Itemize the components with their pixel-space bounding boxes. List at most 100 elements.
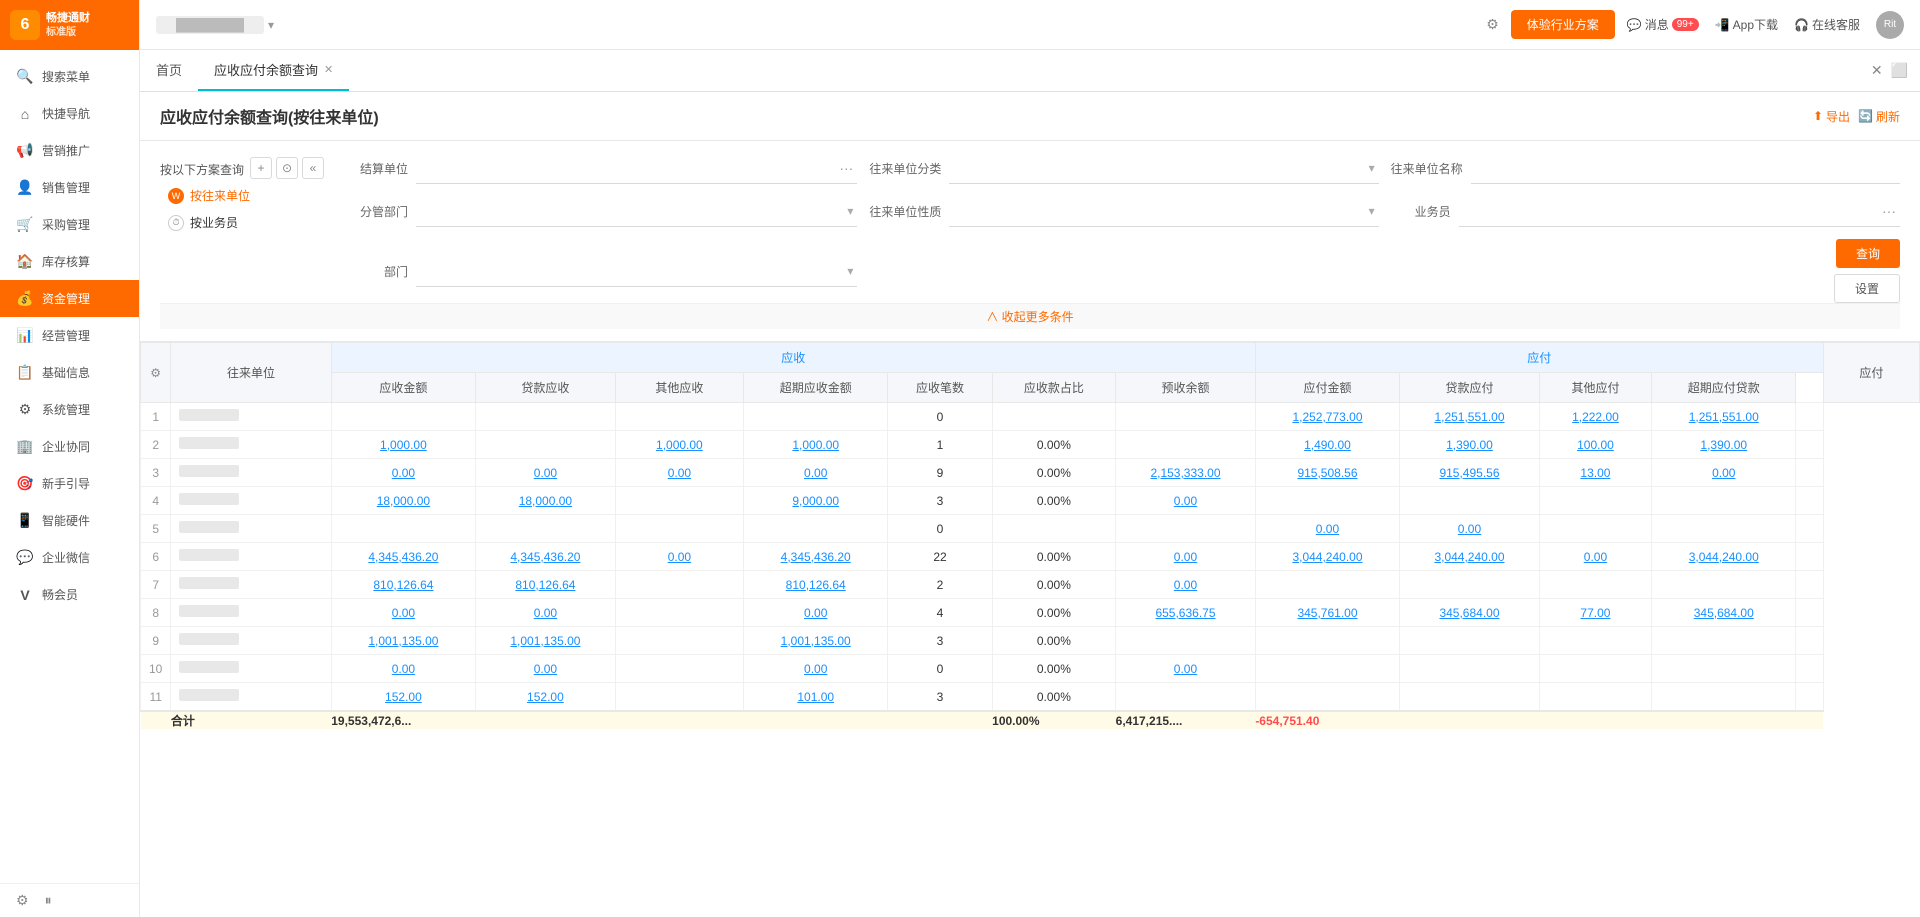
footer-ar-amount[interactable]: 19,553,472,6... — [331, 711, 475, 729]
online-service[interactable]: 🎧 在线客服 — [1794, 16, 1860, 33]
sidebar-item-operation[interactable]: 📊 经营管理 — [0, 317, 139, 354]
filter-unit-name: 往来单位名称 — [1391, 153, 1900, 184]
logo-icon: 6 — [10, 10, 40, 40]
scheme-unit-label: 按往来单位 — [190, 187, 250, 204]
sidebar-item-marketing[interactable]: 📢 营销推广 — [0, 132, 139, 169]
settings-button[interactable]: 设置 — [1834, 274, 1900, 303]
filter-dept: 部门 ▾ — [348, 239, 857, 303]
tab-ar-query[interactable]: 应收应付余额查询 ✕ — [198, 50, 349, 91]
col-ar-other: 其他应收 — [615, 373, 743, 403]
enterprise-icon: 🏢 — [16, 438, 34, 455]
inventory-icon: 🏠 — [16, 253, 34, 270]
unit-nature-label: 往来单位性质 — [869, 203, 941, 220]
col-ap-partial: 应付 — [1823, 343, 1919, 403]
sidebar-item-label: 搜索菜单 — [42, 68, 90, 85]
sidebar-item-basic-info[interactable]: 📋 基础信息 — [0, 354, 139, 391]
footer-ap-overdue — [1652, 711, 1796, 729]
col-ap-other: 其他应付 — [1539, 373, 1651, 403]
unit-category-input[interactable] — [953, 157, 1368, 179]
scheme-by-unit[interactable]: W 按往来单位 — [160, 183, 324, 208]
table-wrapper: ⚙ 往来单位 应收 应付 应付 应收金额 贷款应收 其他应收 超期应收金额 应收… — [140, 342, 1920, 917]
page-header: 应收应付余额查询(按往来单位) ⬆ 导出 🔄 刷新 — [140, 92, 1920, 141]
sidebar-nav: 🔍 搜索菜单 ⌂ 快捷导航 📢 营销推广 👤 销售管理 🛒 采购管理 🏠 库存核… — [0, 50, 139, 883]
close-window-icon[interactable]: ✕ — [1871, 62, 1883, 79]
app-download[interactable]: 📲 App下载 — [1715, 16, 1778, 33]
unit-nature-input[interactable] — [953, 200, 1368, 222]
table-settings-icon[interactable]: ⚙ — [150, 366, 161, 380]
table-footer: 合计 19,553,472,6... 100.00% 6,417,215....… — [141, 711, 1920, 729]
sidebar-item-purchase[interactable]: 🛒 采购管理 — [0, 206, 139, 243]
sidebar-item-enterprise[interactable]: 🏢 企业协同 — [0, 428, 139, 465]
col-ar-advance: 预收余额 — [1116, 373, 1256, 403]
footer-ar-other — [615, 711, 743, 729]
page-actions: ⬆ 导出 🔄 刷新 — [1813, 108, 1900, 125]
sidebar-item-guide[interactable]: 🎯 新手引导 — [0, 465, 139, 502]
collapse-scheme-button[interactable]: « — [302, 157, 324, 179]
search-icon: 🔍 — [16, 68, 34, 85]
sidebar-item-capital[interactable]: 💰 资金管理 — [0, 280, 139, 317]
unit-name-input[interactable] — [1475, 157, 1896, 179]
user-avatar[interactable]: Rit — [1876, 11, 1904, 39]
collapse-filter-row[interactable]: ∧ 收起更多条件 — [160, 303, 1900, 329]
collapse-icon[interactable]: ⏸ — [45, 892, 52, 909]
sidebar-item-sales[interactable]: 👤 销售管理 — [0, 169, 139, 206]
filter-settlement-unit: 结算单位 ··· — [348, 153, 857, 184]
scheme-label: 按以下方案查询 — [160, 155, 244, 178]
footer-ar-advance[interactable]: 6,417,215.... — [1116, 711, 1256, 729]
sidebar-item-label: 系统管理 — [42, 401, 90, 418]
table-row: 30.000.000.000.0090.00%2,153,333.00915,5… — [141, 459, 1920, 487]
managed-dept-label: 分管部门 — [348, 203, 408, 220]
salesman-input[interactable] — [1463, 200, 1882, 222]
table-row: 500.000.00 — [141, 515, 1920, 543]
footer-ar-overdue — [744, 711, 888, 729]
wechat-icon: 💬 — [16, 549, 34, 566]
managed-dept-input[interactable] — [420, 200, 847, 222]
unit-nature-chevron: ▾ — [1369, 204, 1375, 218]
scheme-controls: + ⊙ « — [250, 153, 324, 179]
table-row: 418,000.0018,000.009,000.0030.00%0.00 — [141, 487, 1920, 515]
settlement-unit-dots[interactable]: ··· — [839, 160, 853, 176]
gear-icon[interactable]: ⚙ — [1486, 16, 1499, 33]
unit-name-cell — [171, 655, 331, 683]
table-row: 7810,126.64810,126.64810,126.6420.00%0.0… — [141, 571, 1920, 599]
settlement-unit-label: 结算单位 — [348, 160, 408, 177]
unit-name-cell — [171, 431, 331, 459]
unit-name-cell — [171, 403, 331, 431]
message-area[interactable]: 💬 消息 99+ — [1627, 16, 1699, 33]
trial-btn[interactable]: 体验行业方案 — [1511, 10, 1615, 39]
col-ar-loan: 贷款应收 — [476, 373, 616, 403]
add-scheme-button[interactable]: + — [250, 157, 272, 179]
query-button[interactable]: 查询 — [1836, 239, 1900, 268]
chevron-down-icon: ▾ — [268, 18, 274, 32]
sidebar-item-search[interactable]: 🔍 搜索菜单 — [0, 58, 139, 95]
scheme-by-staff[interactable]: ⏱ 按业务员 — [160, 210, 324, 235]
sidebar-item-quick-nav[interactable]: ⌂ 快捷导航 — [0, 95, 139, 132]
topbar-right: 💬 消息 99+ 📲 App下载 🎧 在线客服 Rit — [1627, 11, 1904, 39]
topbar: ████████ ▾ ⚙ 体验行业方案 💬 消息 99+ 📲 App下载 🎧 在… — [140, 0, 1920, 50]
edit-scheme-button[interactable]: ⊙ — [276, 157, 298, 179]
export-button[interactable]: ⬆ 导出 — [1813, 108, 1850, 125]
sidebar-item-member[interactable]: V 畅会员 — [0, 576, 139, 613]
unit-name-cell — [171, 515, 331, 543]
salesman-dots[interactable]: ··· — [1882, 203, 1896, 219]
col-payable-group: 应付 — [1255, 343, 1823, 373]
sidebar-item-smart-hw[interactable]: 📱 智能硬件 — [0, 502, 139, 539]
data-table: ⚙ 往来单位 应收 应付 应付 应收金额 贷款应收 其他应收 超期应收金额 应收… — [140, 342, 1920, 729]
dept-label: 部门 — [348, 263, 408, 280]
maximize-icon[interactable]: ⬜ — [1891, 62, 1908, 79]
refresh-button[interactable]: 🔄 刷新 — [1858, 108, 1900, 125]
sidebar-item-inventory[interactable]: 🏠 库存核算 — [0, 243, 139, 280]
dept-input[interactable] — [420, 260, 847, 282]
smart-hw-icon: 📱 — [16, 512, 34, 529]
footer-ar-loan — [476, 711, 616, 729]
settlement-unit-input[interactable] — [420, 157, 839, 179]
dept-chevron: ▾ — [847, 264, 853, 278]
settings-icon[interactable]: ⚙ — [16, 892, 29, 909]
sidebar-item-wechat[interactable]: 💬 企业微信 — [0, 539, 139, 576]
page-title: 应收应付余额查询(按往来单位) — [160, 104, 379, 128]
sidebar-bottom: ⚙ ⏸ — [0, 883, 139, 917]
sidebar-item-system[interactable]: ⚙ 系统管理 — [0, 391, 139, 428]
tab-close-icon[interactable]: ✕ — [324, 63, 333, 76]
tab-home[interactable]: 首页 — [140, 50, 198, 91]
system-icon: ⚙ — [16, 401, 34, 418]
